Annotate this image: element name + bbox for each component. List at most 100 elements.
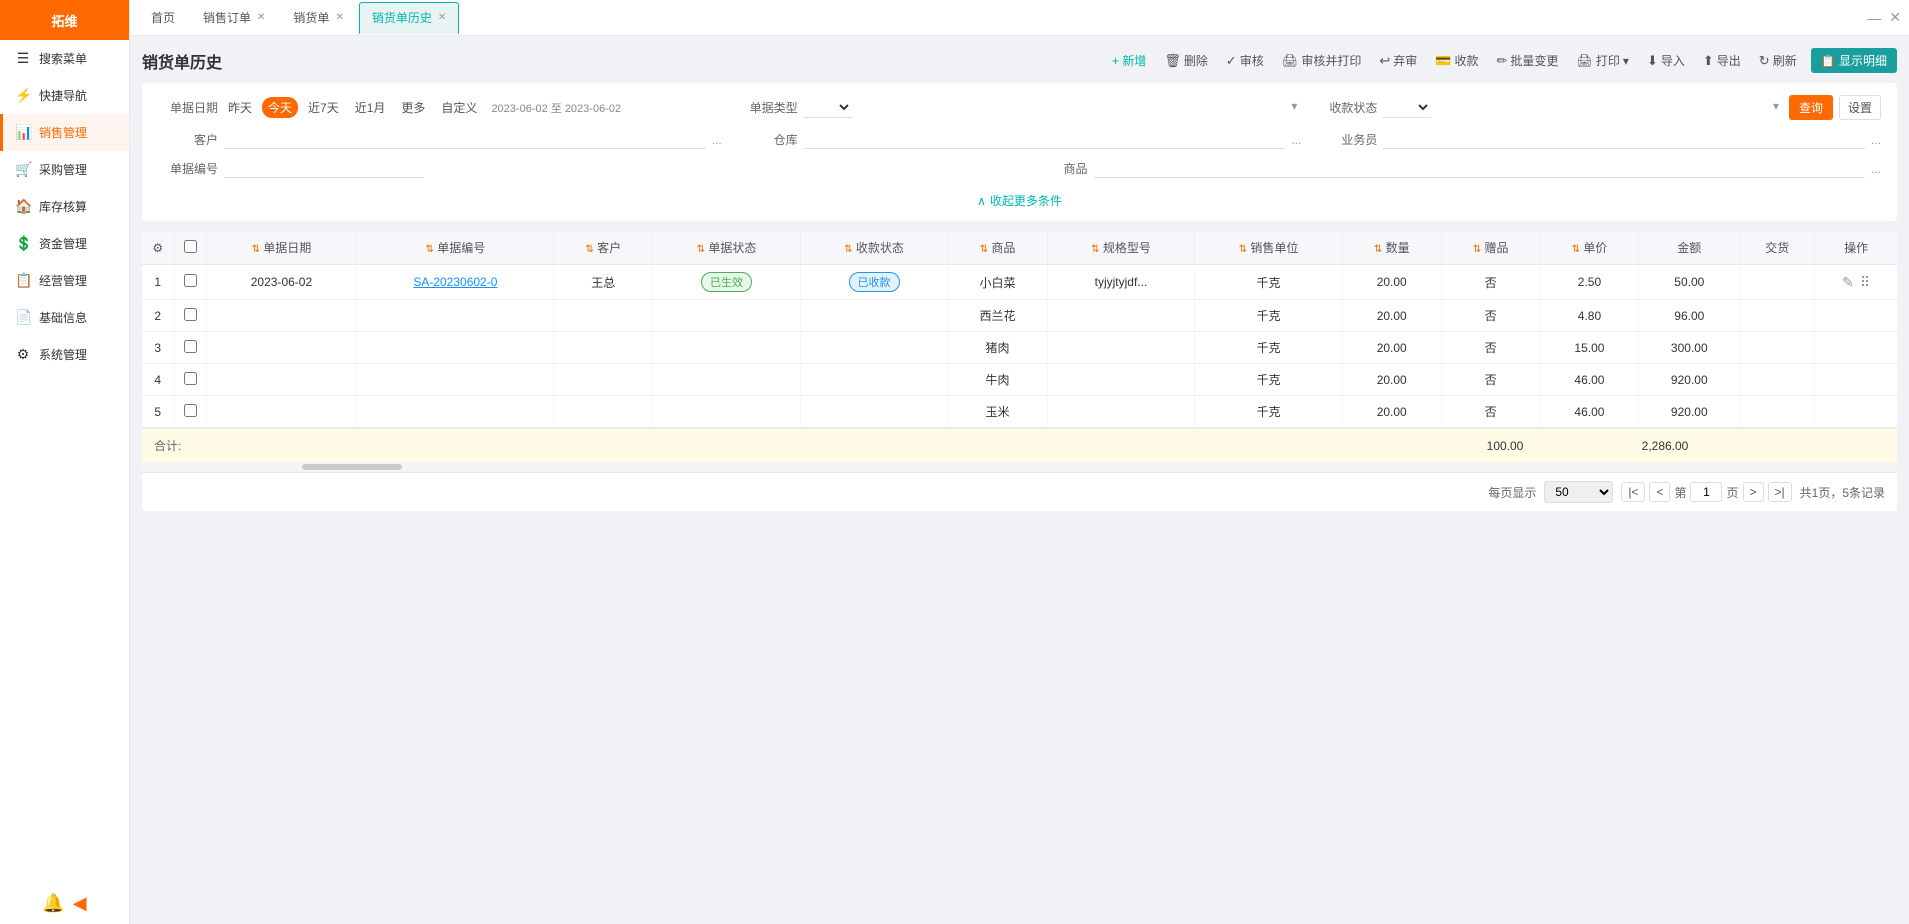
batch-change-button[interactable]: ✏ 批量变更: [1492, 50, 1562, 71]
goods-dots[interactable]: ...: [1871, 162, 1881, 176]
sidebar-item-sys-mgmt[interactable]: ⚙ 系统管理: [0, 336, 129, 373]
sidebar-item-inventory-calc[interactable]: 🏠 库存核算: [0, 188, 129, 225]
sidebar-item-purchase-mgmt[interactable]: 🛒 采购管理: [0, 151, 129, 188]
settings-button[interactable]: 设置: [1839, 95, 1881, 120]
doc-no-link[interactable]: SA-20230602-0: [413, 275, 497, 289]
query-button[interactable]: 查询: [1789, 95, 1833, 120]
col-trans[interactable]: 交货: [1740, 231, 1815, 265]
tabs-close-icon[interactable]: ✕: [1889, 9, 1901, 26]
customer-input[interactable]: [224, 130, 706, 149]
edit-icon[interactable]: ✎: [1842, 274, 1854, 291]
date-opt-custom[interactable]: 自定义: [435, 97, 483, 118]
collapse-sidebar-icon[interactable]: ◀: [73, 893, 87, 914]
close-sales-goods-icon[interactable]: ✕: [335, 12, 343, 23]
col-unit-price[interactable]: ⇅ 单价: [1540, 231, 1639, 265]
col-unit[interactable]: ⇅ 销售单位: [1195, 231, 1343, 265]
row-checkbox[interactable]: [174, 396, 206, 428]
sidebar-item-ops-mgmt[interactable]: 📋 经营管理: [0, 262, 129, 299]
date-opt-7days[interactable]: 近7天: [302, 97, 345, 118]
row-checkbox[interactable]: [174, 300, 206, 332]
col-gift[interactable]: ⇅ 赠品: [1441, 231, 1540, 265]
sidebar-item-basic-info[interactable]: 📄 基础信息: [0, 299, 129, 336]
row-select-checkbox[interactable]: [184, 404, 197, 417]
notification-icon[interactable]: 🔔: [42, 893, 64, 914]
row-select-checkbox[interactable]: [184, 308, 197, 321]
print-dropdown-icon: ▾: [1623, 54, 1629, 68]
first-page-button[interactable]: |<: [1621, 482, 1645, 502]
col-qty[interactable]: ⇅ 数量: [1342, 231, 1441, 265]
collapse-button[interactable]: ∧ 收起更多条件: [973, 188, 1066, 213]
date-opt-yesterday[interactable]: 昨天: [222, 97, 258, 118]
col-doc-status[interactable]: ⇅ 单据状态: [653, 231, 801, 265]
date-opt-more[interactable]: 更多: [395, 97, 431, 118]
tabs-minimize-icon[interactable]: —: [1867, 10, 1881, 26]
col-amount[interactable]: 金额: [1639, 231, 1740, 265]
date-opt-1month[interactable]: 近1月: [349, 97, 392, 118]
display-detail-button[interactable]: 📋 显示明细: [1811, 48, 1897, 73]
warehouse-input[interactable]: [804, 130, 1286, 149]
col-doc-no[interactable]: ⇅ 单据编号: [357, 231, 554, 265]
goods-input[interactable]: [1094, 159, 1865, 178]
salesperson-dots[interactable]: ...: [1871, 133, 1881, 147]
col-customer[interactable]: ⇅ 客户: [554, 231, 653, 265]
row-select-checkbox[interactable]: [184, 372, 197, 385]
last-page-button[interactable]: >|: [1768, 482, 1792, 502]
row-customer: [554, 364, 653, 396]
row-select-checkbox[interactable]: [184, 274, 197, 287]
tab-sales-order[interactable]: 销售订单 ✕: [190, 2, 278, 34]
sort-icon: ⇅: [1091, 244, 1099, 255]
prev-page-button[interactable]: <: [1649, 482, 1670, 502]
next-page-button[interactable]: >: [1743, 482, 1764, 502]
more-icon[interactable]: ⠿: [1860, 274, 1870, 291]
row-qty: 20.00: [1342, 300, 1441, 332]
row-customer: 王总: [554, 265, 653, 300]
date-opt-today[interactable]: 今天: [262, 97, 298, 118]
inventory-icon: 🏠: [15, 198, 31, 215]
row-checkbox[interactable]: [174, 332, 206, 364]
delete-button[interactable]: 🗑 删除: [1160, 50, 1212, 71]
review-print-button[interactable]: 🖨 审核并打印: [1278, 50, 1366, 71]
sidebar-item-quick-nav[interactable]: ⚡ 快捷导航: [0, 77, 129, 114]
abandon-button[interactable]: ↩ 弃审: [1375, 50, 1421, 71]
col-payment-status[interactable]: ⇅ 收款状态: [800, 231, 948, 265]
current-page-input[interactable]: [1690, 482, 1722, 502]
print-button[interactable]: 🖨 打印 ▾: [1572, 50, 1633, 71]
review-button[interactable]: ✓ 审核: [1222, 50, 1268, 71]
row-checkbox[interactable]: [174, 265, 206, 300]
page-size-select[interactable]: 50 100 200: [1544, 481, 1613, 503]
doc-type-select-wrapper: [804, 97, 1302, 118]
tab-sales-history[interactable]: 销货单历史 ✕: [359, 2, 459, 34]
scrollbar-thumb[interactable]: [302, 464, 402, 470]
salesperson-input[interactable]: [1383, 130, 1865, 149]
sidebar-item-search-menu[interactable]: ☰ 搜索菜单: [0, 40, 129, 77]
row-checkbox[interactable]: [174, 364, 206, 396]
row-qty: 20.00: [1342, 265, 1441, 300]
warehouse-dots[interactable]: ...: [1291, 133, 1301, 147]
sidebar-item-fund-mgmt[interactable]: 💲 资金管理: [0, 225, 129, 262]
select-all-checkbox[interactable]: [184, 240, 197, 253]
col-spec[interactable]: ⇅ 规格型号: [1047, 231, 1195, 265]
sidebar-item-sales-mgmt[interactable]: 📊 销售管理: [0, 114, 129, 151]
export-button[interactable]: ⬆ 导出: [1699, 50, 1745, 71]
col-doc-date[interactable]: ⇅ 单据日期: [206, 231, 357, 265]
sort-icon: ⇅: [1374, 244, 1382, 255]
row-select-checkbox[interactable]: [184, 340, 197, 353]
close-sales-order-icon[interactable]: ✕: [257, 12, 265, 23]
customer-dots[interactable]: ...: [712, 133, 722, 147]
refresh-button[interactable]: ↻ 刷新: [1755, 50, 1801, 71]
col-settings[interactable]: ⚙: [142, 231, 174, 265]
doc-type-select[interactable]: [804, 97, 852, 118]
tab-sales-goods[interactable]: 销货单 ✕: [280, 2, 356, 34]
tab-home[interactable]: 首页: [138, 2, 188, 34]
import-button[interactable]: ⬇ 导入: [1643, 50, 1689, 71]
doc-no-input[interactable]: [224, 159, 424, 178]
payment-status-select[interactable]: [1383, 97, 1431, 118]
col-goods[interactable]: ⇅ 商品: [948, 231, 1047, 265]
row-doc-date: [206, 332, 357, 364]
collect-button[interactable]: 💳 收款: [1431, 50, 1482, 71]
col-checkbox[interactable]: [174, 231, 206, 265]
sales-mgmt-icon: 📊: [15, 124, 31, 141]
new-button[interactable]: + 新增: [1108, 50, 1151, 71]
close-sales-history-icon[interactable]: ✕: [438, 12, 446, 23]
horizontal-scrollbar[interactable]: [142, 462, 1897, 472]
